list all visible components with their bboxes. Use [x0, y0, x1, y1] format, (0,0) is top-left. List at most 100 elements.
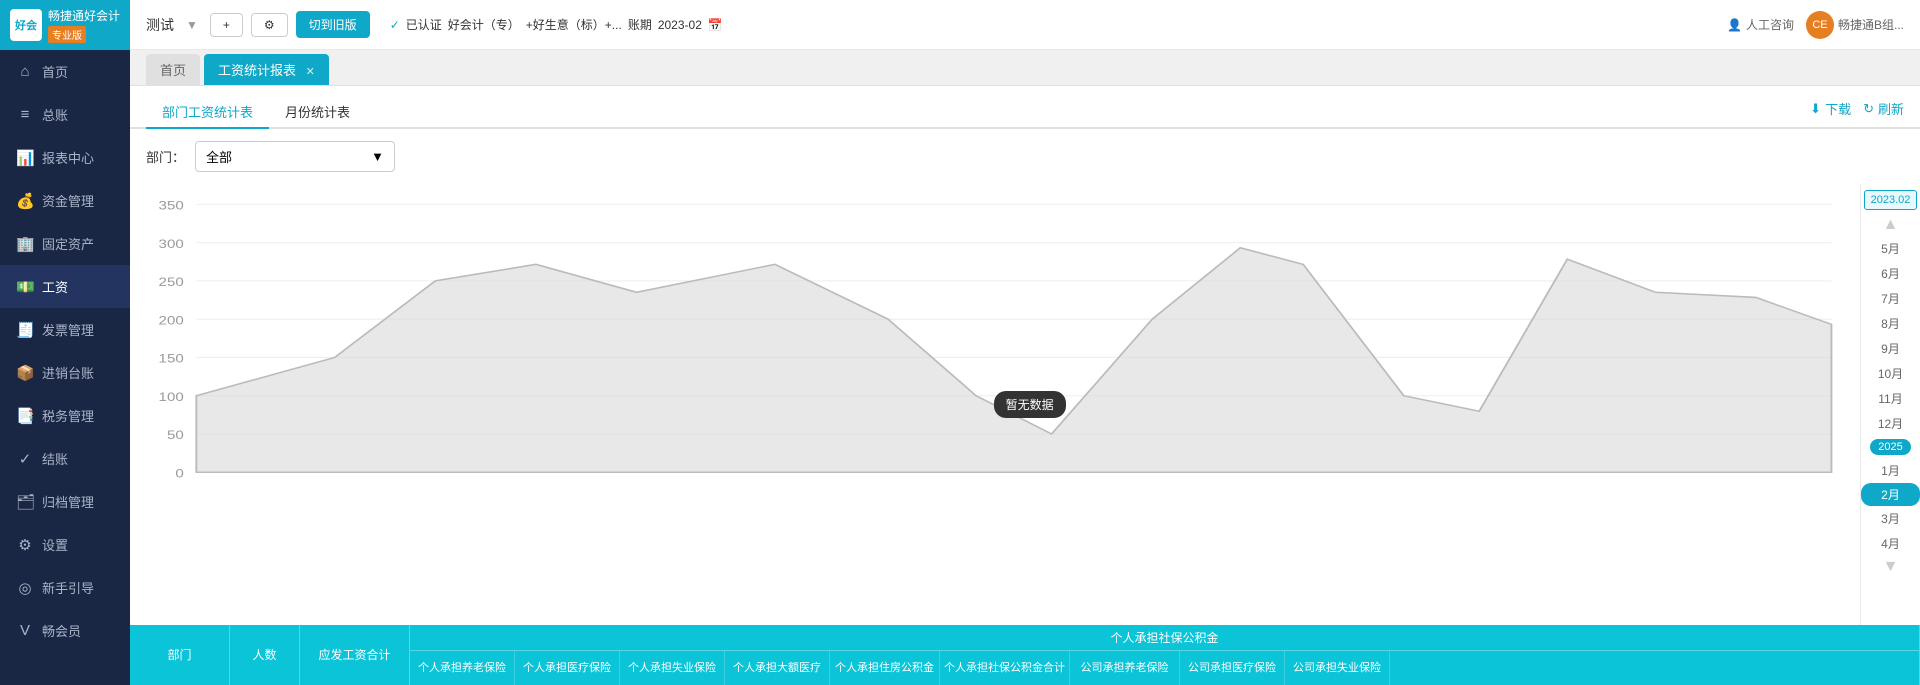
- th-col-9: 公司承担失业保险: [1285, 651, 1390, 685]
- th-col-2: 个人承担医疗保险: [515, 651, 620, 685]
- sidebar-item-funds[interactable]: 💰 资金管理: [0, 179, 130, 222]
- add-button[interactable]: +: [210, 13, 243, 37]
- ai-service-btn[interactable]: 👤 人工咨询: [1727, 16, 1794, 33]
- month-item-5[interactable]: 5月: [1861, 236, 1920, 261]
- sidebar-item-home[interactable]: ⌂ 首页: [0, 50, 130, 93]
- filter-row: 部门： 全部 ▼: [130, 129, 1920, 184]
- month-item-9[interactable]: 9月: [1861, 336, 1920, 361]
- salary-icon: 💵: [16, 278, 34, 296]
- certified-icon: ✓: [390, 18, 400, 32]
- right-panel: 2023.02 ▲ 5月 6月 7月 8月 9月 10月 11月 12月 202…: [1860, 184, 1920, 625]
- month-item-8[interactable]: 8月: [1861, 311, 1920, 336]
- refresh-btn[interactable]: ↻ 刷新: [1863, 99, 1904, 118]
- refresh-label: 刷新: [1878, 99, 1904, 118]
- member-icon: V: [16, 622, 34, 639]
- year-label[interactable]: 2023.02: [1864, 190, 1918, 210]
- sidebar-item-label: 进销台账: [42, 363, 94, 382]
- sub-tabs: 部门工资统计表 月份统计表 ⬇ 下载 ↻ 刷新: [130, 86, 1920, 129]
- archive-icon: 🗂: [16, 493, 34, 511]
- month-item-4[interactable]: 4月: [1861, 531, 1920, 556]
- chart-area: [196, 248, 1831, 472]
- month-item-3[interactable]: 3月: [1861, 506, 1920, 531]
- sub-tab-monthly-label: 月份统计表: [285, 105, 350, 120]
- sidebar-item-invoice[interactable]: 🧾 发票管理: [0, 308, 130, 351]
- th-col-8: 公司承担医疗保险: [1180, 651, 1285, 685]
- user-name: 畅捷通B组...: [1838, 16, 1904, 33]
- panel-down-arrow[interactable]: ▼: [1883, 558, 1899, 576]
- sidebar-item-label: 新手引导: [42, 578, 94, 597]
- calendar-icon[interactable]: 📅: [708, 18, 723, 32]
- sidebar-item-purchase[interactable]: 📦 进销台账: [0, 351, 130, 394]
- sidebar-item-salary[interactable]: 💵 工资: [0, 265, 130, 308]
- svg-text:350: 350: [159, 198, 184, 212]
- svg-text:0: 0: [175, 466, 184, 480]
- th-col-7: 公司承担养老保险: [1070, 651, 1180, 685]
- svg-text:150: 150: [159, 351, 184, 365]
- user-menu[interactable]: CE 畅捷通B组...: [1806, 11, 1904, 39]
- sidebar-item-tax[interactable]: 📑 税务管理: [0, 394, 130, 437]
- sidebar-item-reports[interactable]: 📊 报表中心: [0, 136, 130, 179]
- year-badge-2025: 2025: [1870, 439, 1910, 455]
- th-group-cells: 个人承担养老保险 个人承担医疗保险 个人承担失业保险 个人承担大额医疗 个人承担…: [410, 651, 1919, 685]
- month-item-1[interactable]: 1月: [1861, 458, 1920, 483]
- svg-text:250: 250: [159, 274, 184, 288]
- th-group-label: 个人承担社保公积金: [410, 625, 1919, 651]
- tab-home[interactable]: 首页: [146, 54, 200, 85]
- topbar-status: ✓ 已认证 好会计（专） +好生意（标）+... 账期 2023-02 📅: [390, 16, 723, 33]
- dropdown-arrow[interactable]: ▼: [186, 18, 198, 32]
- period-label: 账期: [628, 16, 652, 33]
- dept-select[interactable]: 全部 ▼: [195, 141, 395, 172]
- table-header-row: 部门 人数 应发工资合计 个人承担社保公积金 个人承担养老保险 个人承担医疗保险…: [130, 625, 1920, 685]
- area-chart: 350 300 250 200 150 100 50 0: [146, 194, 1844, 494]
- home-icon: ⌂: [16, 63, 34, 80]
- month-item-6[interactable]: 6月: [1861, 261, 1920, 286]
- user-avatar: CE: [1806, 11, 1834, 39]
- switch-old-btn[interactable]: 切到旧版: [296, 11, 370, 38]
- sidebar-item-close[interactable]: ✓ 结账: [0, 437, 130, 480]
- month-item-7[interactable]: 7月: [1861, 286, 1920, 311]
- sidebar-item-label: 畅会员: [42, 621, 81, 640]
- topbar-right: 👤 人工咨询 CE 畅捷通B组...: [1727, 11, 1904, 39]
- sub-tab-actions: ⬇ 下载 ↻ 刷新: [1810, 96, 1904, 127]
- sub-tab-dept[interactable]: 部门工资统计表: [146, 96, 269, 129]
- sidebar-item-settings[interactable]: ⚙ 设置: [0, 523, 130, 566]
- month-item-11[interactable]: 11月: [1861, 386, 1920, 411]
- project-title: 测试: [146, 15, 174, 35]
- content-area: 部门工资统计表 月份统计表 ⬇ 下载 ↻ 刷新 部门： 全部 ▼: [130, 86, 1920, 685]
- tab-close-btn[interactable]: ✕: [306, 66, 315, 78]
- svg-text:300: 300: [159, 236, 184, 250]
- settings-icon: ⚙: [16, 536, 34, 554]
- settings-button[interactable]: ⚙: [251, 13, 288, 37]
- svg-text:200: 200: [159, 313, 184, 327]
- svg-text:50: 50: [167, 427, 184, 441]
- sidebar-item-ledger[interactable]: ≡ 总账: [0, 93, 130, 136]
- tab-salary-report[interactable]: 工资统计报表 ✕: [204, 54, 329, 85]
- logo-icon: 好会: [10, 9, 42, 41]
- sidebar-item-label: 总账: [42, 105, 68, 124]
- app-name: 畅捷通好会计: [48, 7, 120, 24]
- dept-select-value: 全部: [206, 147, 232, 166]
- download-btn[interactable]: ⬇ 下载: [1810, 99, 1851, 118]
- download-label: 下载: [1825, 99, 1851, 118]
- guide-icon: ◎: [16, 579, 34, 597]
- sidebar-item-member[interactable]: V 畅会员: [0, 609, 130, 652]
- sub-tab-monthly[interactable]: 月份统计表: [269, 96, 366, 129]
- svg-text:100: 100: [159, 389, 184, 403]
- sidebar-item-archive[interactable]: 🗂 归档管理: [0, 480, 130, 523]
- period-value: 2023-02: [658, 18, 702, 32]
- sidebar-item-label: 发票管理: [42, 320, 94, 339]
- th-col-4: 个人承担大额医疗: [725, 651, 830, 685]
- assets-icon: 🏢: [16, 235, 34, 253]
- month-item-12[interactable]: 12月: [1861, 411, 1920, 436]
- reports-icon: 📊: [16, 149, 34, 167]
- sidebar-item-guide[interactable]: ◎ 新手引导: [0, 566, 130, 609]
- th-col-6: 个人承担社保公积金合计: [940, 651, 1070, 685]
- service-icon: 👤: [1727, 18, 1742, 32]
- close-period-icon: ✓: [16, 450, 34, 468]
- tab-bar: 首页 工资统计报表 ✕: [130, 50, 1920, 86]
- panel-up-arrow[interactable]: ▲: [1883, 216, 1899, 234]
- tooltip-text: 暂无数据: [1006, 398, 1054, 412]
- month-item-10[interactable]: 10月: [1861, 361, 1920, 386]
- sidebar-item-assets[interactable]: 🏢 固定资产: [0, 222, 130, 265]
- month-item-2[interactable]: 2月: [1861, 483, 1920, 506]
